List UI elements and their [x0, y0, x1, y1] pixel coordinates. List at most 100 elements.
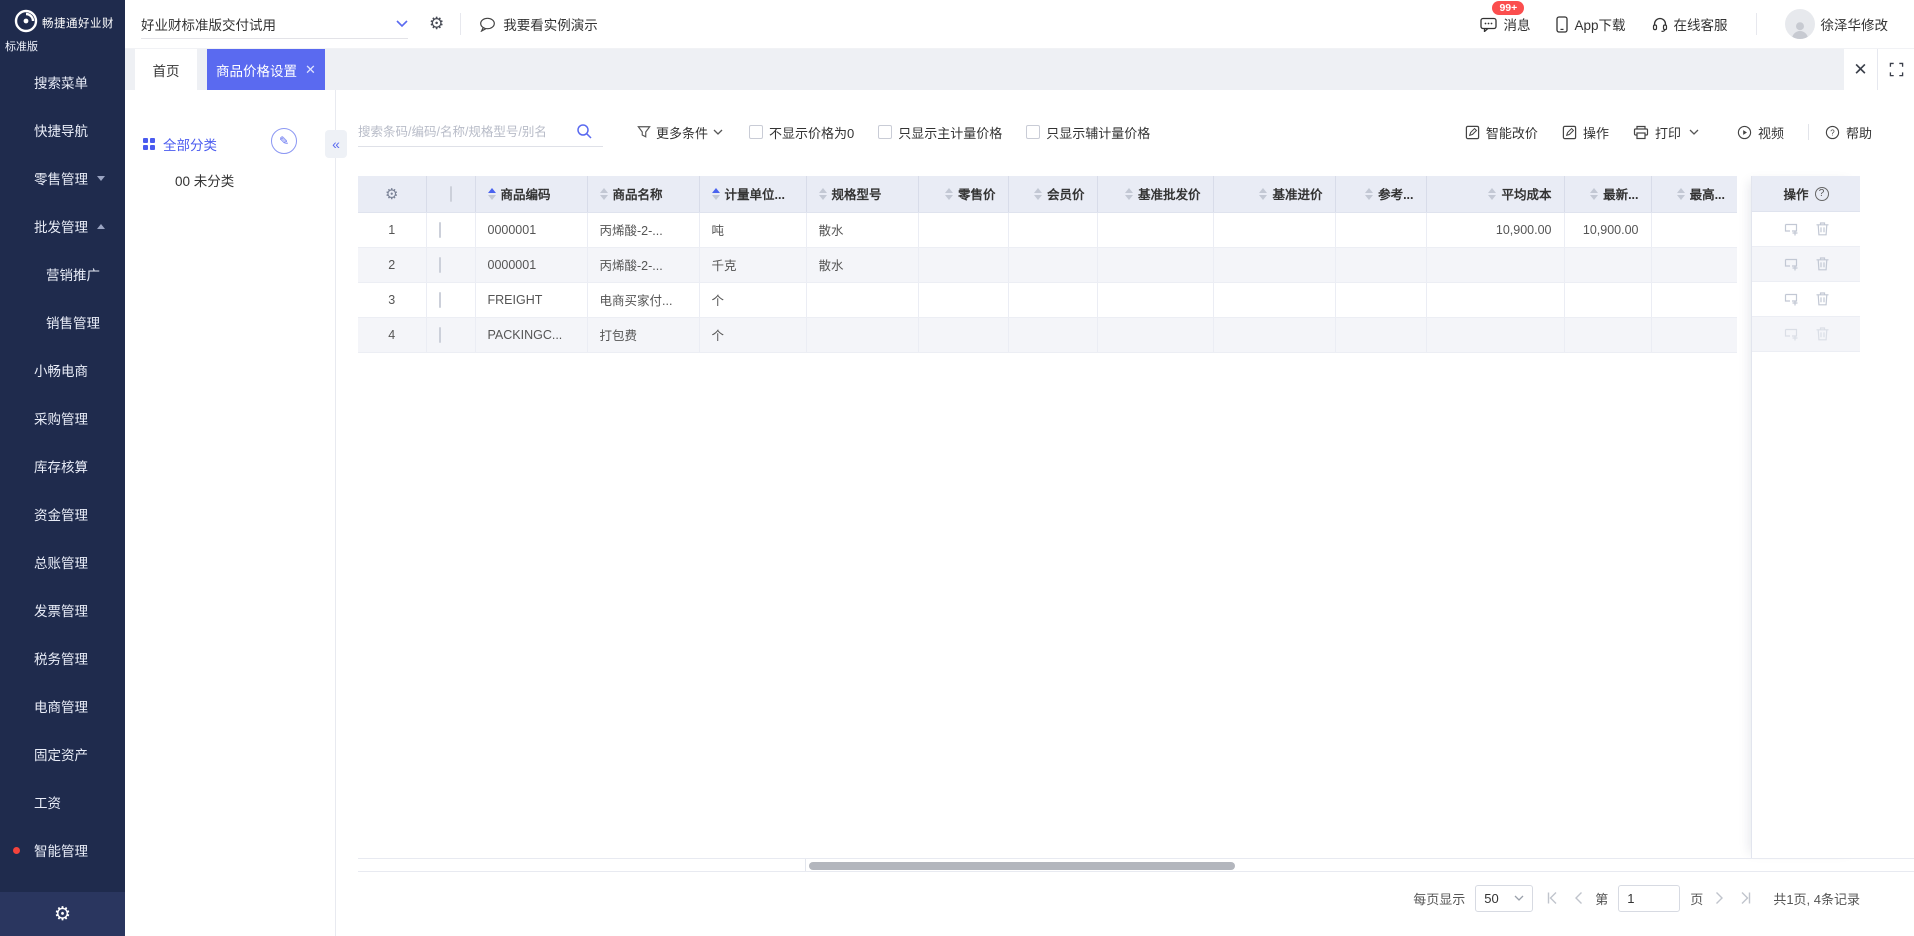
column-header-会员价[interactable]: 会员价	[1008, 176, 1098, 213]
page-input[interactable]	[1618, 884, 1681, 912]
sidebar-item-电商管理[interactable]: 电商管理	[0, 682, 125, 730]
sidebar-item-智能管理[interactable]: 智能管理	[0, 826, 125, 874]
select-all-checkbox[interactable]	[449, 185, 452, 202]
column-header-规格型号[interactable]: 规格型号	[806, 176, 919, 213]
row-checkbox[interactable]	[438, 221, 441, 238]
row-checkbox[interactable]	[438, 326, 441, 343]
column-header-最高...[interactable]: 最高...	[1651, 176, 1737, 213]
search-icon[interactable]	[576, 123, 593, 140]
cell-规格型号	[806, 317, 919, 353]
sidebar-item-固定资产[interactable]: 固定资产	[0, 730, 125, 778]
sidebar-item-库存核算[interactable]: 库存核算	[0, 442, 125, 490]
delete-icon[interactable]	[1815, 326, 1830, 342]
column-settings-header[interactable]: ⚙	[358, 176, 427, 213]
sidebar-item-系统管理[interactable]: 系统管理	[0, 874, 125, 892]
filter-checkbox[interactable]: 不显示价格为0	[749, 123, 854, 142]
checkbox[interactable]	[878, 125, 893, 139]
tab-close-icon[interactable]: ✕	[305, 62, 316, 78]
question-circle-icon[interactable]: ?	[1814, 186, 1829, 201]
sort-icon[interactable]	[818, 187, 827, 200]
column-header-零售价[interactable]: 零售价	[918, 176, 1009, 213]
edit-categories-button[interactable]: ✎	[271, 128, 297, 154]
sidebar-item-总账管理[interactable]: 总账管理	[0, 538, 125, 586]
sidebar-item-营销推广[interactable]: 营销推广	[0, 250, 125, 298]
row-checkbox[interactable]	[438, 291, 441, 308]
column-header-计量单位...[interactable]: 计量单位...	[699, 176, 807, 213]
settings-gear-icon[interactable]: ⚙	[54, 905, 71, 924]
sort-icon[interactable]	[1124, 187, 1133, 200]
more-filters-button[interactable]: 更多条件	[637, 123, 723, 142]
video-button[interactable]: 视频	[1737, 123, 1784, 142]
sort-icon[interactable]	[1365, 187, 1374, 200]
column-header-基准批发价[interactable]: 基准批发价	[1097, 176, 1214, 213]
sidebar-item-工资[interactable]: 工资	[0, 778, 125, 826]
sidebar-item-发票管理[interactable]: 发票管理	[0, 586, 125, 634]
search-input[interactable]	[358, 124, 576, 139]
sort-icon[interactable]	[487, 187, 496, 200]
app-download-button[interactable]: App下载	[1556, 14, 1626, 34]
sidebar-item-搜索菜单[interactable]: 搜索菜单	[0, 58, 125, 106]
column-header-商品编码[interactable]: 商品编码	[475, 176, 588, 213]
add-price-icon[interactable]	[1783, 291, 1799, 307]
add-price-icon[interactable]	[1783, 256, 1799, 272]
prev-page-icon[interactable]	[1573, 891, 1583, 905]
tab-product-price-settings[interactable]: 商品价格设置 ✕	[207, 49, 325, 90]
filter-checkbox[interactable]: 只显示主计量价格	[878, 123, 1002, 142]
column-header-平均成本[interactable]: 平均成本	[1426, 176, 1565, 213]
column-header-最新...[interactable]: 最新...	[1564, 176, 1652, 213]
sort-icon[interactable]	[1259, 187, 1268, 200]
sort-icon[interactable]	[1488, 187, 1497, 200]
filter-checkbox[interactable]: 只显示辅计量价格	[1026, 123, 1150, 142]
row-checkbox[interactable]	[438, 256, 441, 273]
sort-icon[interactable]	[1033, 187, 1042, 200]
messages-button[interactable]: 99+ 消息	[1480, 1, 1530, 34]
sidebar-item-批发管理[interactable]: 批发管理	[0, 202, 125, 250]
help-button[interactable]: ? 帮助	[1825, 123, 1872, 142]
workspace-gear-icon[interactable]: ⚙	[429, 14, 444, 34]
column-header-基准进价[interactable]: 基准进价	[1213, 176, 1336, 213]
row-select-cell	[426, 317, 476, 353]
sort-icon[interactable]	[599, 187, 608, 200]
demo-link[interactable]: 我要看实例演示	[479, 14, 598, 34]
category-all[interactable]: 全部分类	[143, 134, 217, 154]
sort-icon[interactable]	[711, 187, 720, 200]
collapse-panel-button[interactable]: «	[325, 130, 347, 158]
add-price-icon[interactable]	[1783, 326, 1799, 342]
sort-icon[interactable]	[1590, 187, 1599, 200]
sidebar-item-小畅电商[interactable]: 小畅电商	[0, 346, 125, 394]
next-page-icon[interactable]	[1715, 891, 1725, 905]
print-button[interactable]: 打印	[1633, 123, 1699, 142]
column-header-商品名称[interactable]: 商品名称	[587, 176, 700, 213]
checkbox[interactable]	[749, 125, 764, 139]
category-item[interactable]: 00 未分类	[175, 170, 234, 190]
sort-icon[interactable]	[944, 187, 953, 200]
gear-icon[interactable]: ⚙	[385, 185, 398, 203]
sidebar-item-税务管理[interactable]: 税务管理	[0, 634, 125, 682]
column-header-参考...[interactable]: 参考...	[1335, 176, 1427, 213]
delete-icon[interactable]	[1815, 291, 1830, 307]
delete-icon[interactable]	[1815, 256, 1830, 272]
workspace-dropdown[interactable]: 好业财标准版交付试用	[141, 9, 408, 39]
sort-icon[interactable]	[1676, 187, 1685, 200]
sidebar-item-销售管理[interactable]: 销售管理	[0, 298, 125, 346]
sidebar-item-采购管理[interactable]: 采购管理	[0, 394, 125, 442]
per-page-select[interactable]: 50	[1475, 884, 1534, 912]
tab-home[interactable]: 首页	[135, 49, 197, 90]
sidebar-item-零售管理[interactable]: 零售管理	[0, 154, 125, 202]
sidebar-item-快捷导航[interactable]: 快捷导航	[0, 106, 125, 154]
smart-reprice-button[interactable]: 智能改价	[1465, 123, 1538, 142]
select-all-header[interactable]	[426, 176, 476, 213]
cell-零售价	[918, 247, 1009, 283]
operate-button[interactable]: 操作	[1562, 123, 1609, 142]
sidebar-item-资金管理[interactable]: 资金管理	[0, 490, 125, 538]
add-price-icon[interactable]	[1783, 221, 1799, 237]
online-service-button[interactable]: 在线客服	[1652, 14, 1728, 34]
user-menu[interactable]: 徐泽华修改	[1784, 9, 1888, 39]
first-page-icon[interactable]	[1545, 891, 1559, 905]
fullscreen-button[interactable]	[1877, 49, 1914, 90]
delete-icon[interactable]	[1815, 221, 1830, 237]
checkbox[interactable]	[1026, 125, 1041, 139]
close-all-tabs-button[interactable]: ✕	[1844, 49, 1877, 90]
scrollbar-thumb[interactable]	[809, 862, 1235, 870]
last-page-icon[interactable]	[1739, 891, 1753, 905]
